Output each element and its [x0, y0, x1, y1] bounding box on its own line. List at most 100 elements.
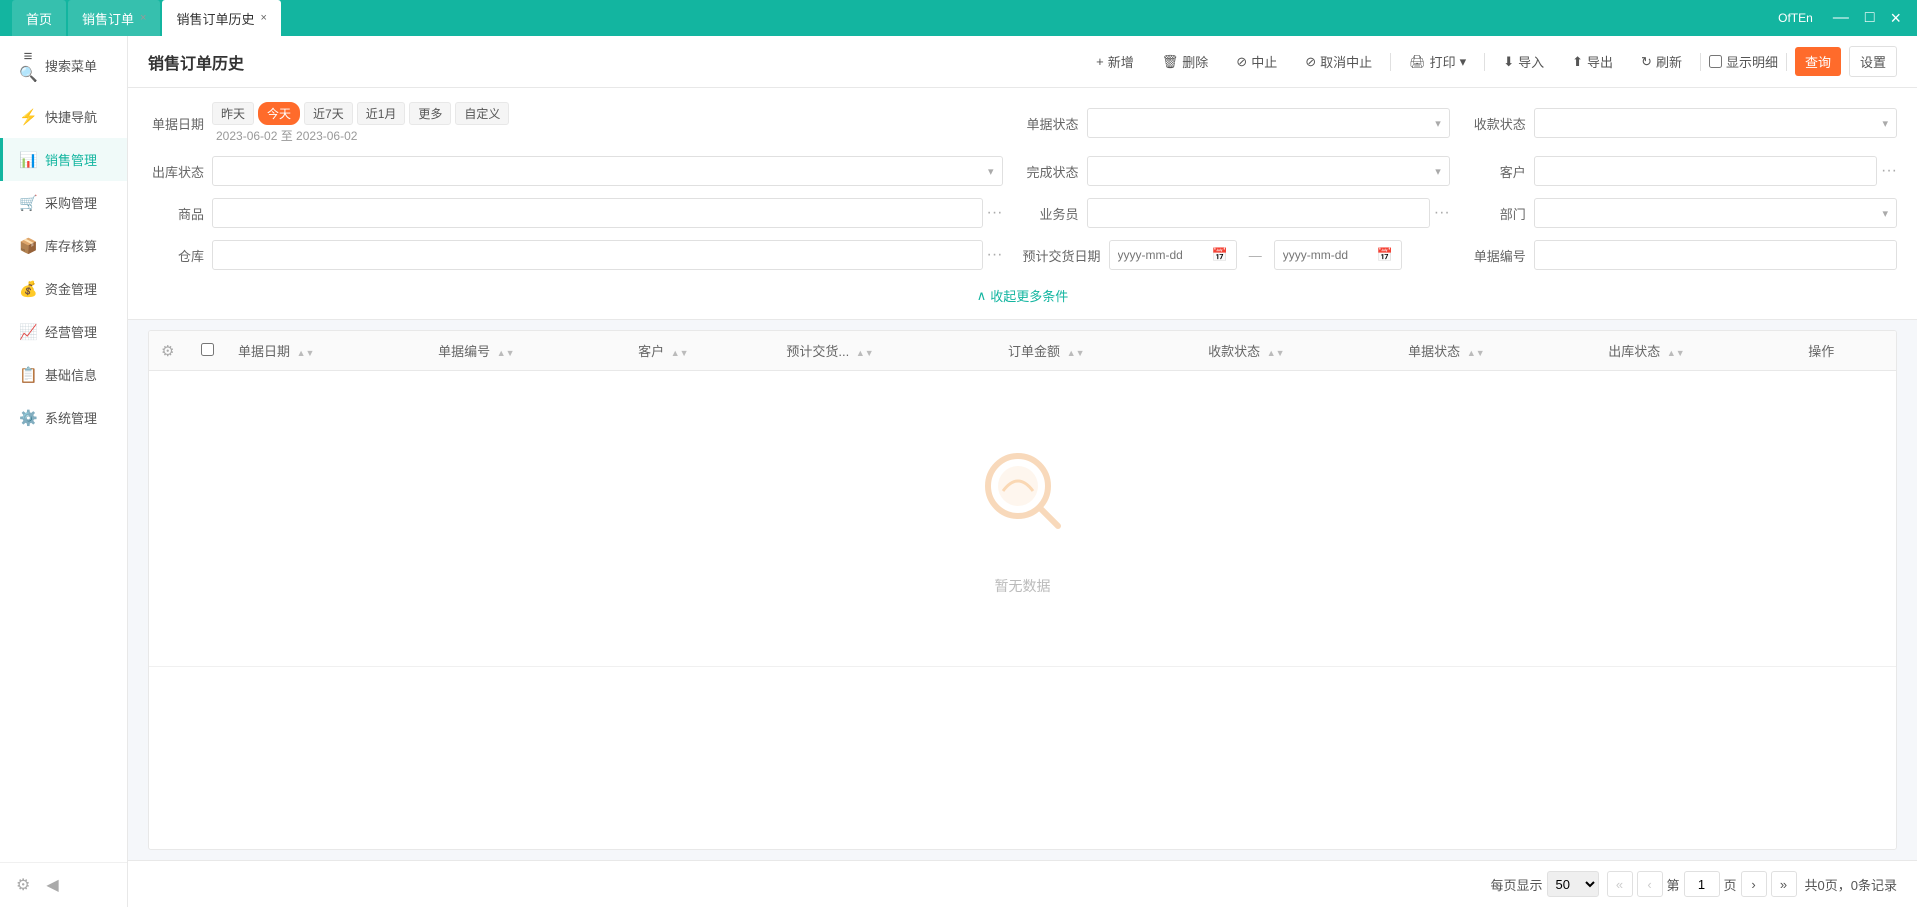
customer-input[interactable]: [1534, 156, 1877, 186]
outbound-sort-icon[interactable]: ▲▼: [1667, 349, 1685, 358]
tab-sales-order-history[interactable]: 销售订单历史 ×: [162, 0, 280, 36]
order-status-select[interactable]: ▾: [1087, 108, 1450, 138]
sidebar-item-operations-mgmt[interactable]: 📈 经营管理: [0, 310, 127, 353]
payment-status-select[interactable]: ▾: [1534, 108, 1897, 138]
settings-button[interactable]: 设置: [1849, 46, 1897, 77]
date-tag-yesterday[interactable]: 昨天: [212, 102, 254, 125]
prev-page-button[interactable]: ‹: [1637, 871, 1663, 897]
basic-info-icon: 📋: [19, 366, 37, 384]
completion-status-label: 完成状态: [1023, 162, 1079, 181]
table-body: 暂无数据: [149, 371, 1896, 667]
delivery-date-from[interactable]: 📅: [1109, 240, 1237, 270]
warehouse-input[interactable]: [212, 240, 983, 270]
page-size-dropdown[interactable]: 50 10 20 100: [1547, 871, 1599, 897]
sidebar: ≡🔍 搜索菜单 ⚡ 快捷导航 📊 销售管理 🛒 采购管理 📦 库存核算 💰 资金…: [0, 36, 128, 907]
tab-sales-order-close[interactable]: ×: [140, 12, 146, 24]
import-button[interactable]: ⬇ 导入: [1493, 47, 1554, 76]
tab-sales-order-label: 销售订单: [82, 9, 134, 28]
sidebar-item-finance-mgmt[interactable]: 💰 资金管理: [0, 267, 127, 310]
new-button[interactable]: + 新增: [1086, 47, 1144, 76]
date-tag-last7[interactable]: 近7天: [304, 102, 353, 125]
select-all-checkbox[interactable]: [201, 343, 214, 356]
date-tag-custom[interactable]: 自定义: [455, 102, 509, 125]
date-tag-today[interactable]: 今天: [258, 102, 300, 125]
customer-sort-icon[interactable]: ▲▼: [671, 349, 689, 358]
refresh-label: 刷新: [1656, 52, 1682, 71]
delivery-date-from-input[interactable]: [1118, 248, 1208, 262]
next-page-button[interactable]: ›: [1741, 871, 1767, 897]
order-no-sort-icon[interactable]: ▲▼: [497, 349, 515, 358]
maximize-button[interactable]: □: [1861, 7, 1879, 29]
order-status-label: 单据状态: [1023, 114, 1079, 133]
sidebar-item-quick-nav[interactable]: ⚡ 快捷导航: [0, 95, 127, 138]
tab-sales-order-history-close[interactable]: ×: [260, 12, 266, 24]
query-button[interactable]: 查询: [1795, 47, 1841, 76]
goods-dots[interactable]: ···: [987, 204, 1003, 222]
sidebar-item-search-menu[interactable]: ≡🔍 搜索菜单: [0, 36, 127, 95]
outbound-status-select[interactable]: ▾: [212, 156, 1003, 186]
last-page-button[interactable]: »: [1771, 871, 1797, 897]
export-button[interactable]: ⬆ 导出: [1562, 47, 1623, 76]
delivery-sort-icon[interactable]: ▲▼: [856, 349, 874, 358]
date-sort-icon[interactable]: ▲▼: [297, 349, 315, 358]
salesperson-dots[interactable]: ···: [1434, 204, 1450, 222]
filter-outbound-status: 出库状态 ▾: [148, 156, 1003, 186]
minimize-button[interactable]: —: [1829, 7, 1853, 29]
th-amount: 订单金额 ▲▼: [996, 331, 1196, 371]
th-delivery-date-label: 预计交货...: [786, 344, 849, 359]
cancel-stop-label: 取消中止: [1320, 52, 1372, 71]
sidebar-item-system-mgmt[interactable]: ⚙️ 系统管理: [0, 396, 127, 439]
amount-sort-icon[interactable]: ▲▼: [1067, 349, 1085, 358]
goods-input[interactable]: [212, 198, 983, 228]
salesperson-input[interactable]: [1087, 198, 1430, 228]
calendar-to-icon[interactable]: 📅: [1377, 247, 1393, 263]
tab-home[interactable]: 首页: [12, 0, 66, 36]
first-page-button[interactable]: «: [1607, 871, 1633, 897]
content-area: 销售订单历史 + 新增 🗑 删除 ⊘ 中止 ⊘ 取消中止: [128, 36, 1917, 907]
calendar-from-icon[interactable]: 📅: [1212, 247, 1228, 263]
display-toggle-checkbox[interactable]: [1709, 55, 1722, 68]
display-toggle[interactable]: 显示明细: [1709, 52, 1778, 71]
table-header-row: ⚙ 单据日期 ▲▼ 单据编号 ▲▼: [149, 331, 1896, 371]
customer-dots[interactable]: ···: [1881, 162, 1897, 180]
page-number-input[interactable]: [1684, 871, 1720, 897]
order-no-input[interactable]: [1534, 240, 1897, 270]
page-size-label: 每页显示: [1490, 875, 1542, 894]
department-select[interactable]: ▾: [1534, 198, 1897, 228]
date-tag-last1m[interactable]: 近1月: [357, 102, 406, 125]
th-payment-status-label: 收款状态: [1208, 344, 1260, 359]
tab-sales-order[interactable]: 销售订单 ×: [68, 0, 160, 36]
completion-status-select[interactable]: ▾: [1087, 156, 1450, 186]
main-layout: ≡🔍 搜索菜单 ⚡ 快捷导航 📊 销售管理 🛒 采购管理 📦 库存核算 💰 资金…: [0, 36, 1917, 907]
gear-button[interactable]: ⚙: [161, 342, 174, 360]
sidebar-item-inventory-check[interactable]: 📦 库存核算: [0, 224, 127, 267]
collapse-button[interactable]: ∧ 收起更多条件: [977, 286, 1069, 305]
new-icon: +: [1096, 54, 1104, 69]
separator-4: [1786, 53, 1787, 71]
delete-button[interactable]: 🗑 删除: [1152, 47, 1219, 76]
sidebar-item-basic-info[interactable]: 📋 基础信息: [0, 353, 127, 396]
sidebar-settings-icon[interactable]: ⚙: [16, 875, 30, 895]
sidebar-item-search-menu-label: 搜索菜单: [45, 56, 97, 75]
refresh-button[interactable]: ↻ 刷新: [1631, 47, 1692, 76]
cancel-stop-button[interactable]: ⊘ 取消中止: [1295, 47, 1382, 76]
close-button[interactable]: ×: [1886, 6, 1905, 31]
order-status-sort-icon[interactable]: ▲▼: [1467, 349, 1485, 358]
payment-sort-icon[interactable]: ▲▼: [1267, 349, 1285, 358]
sidebar-collapse-icon[interactable]: ◀: [46, 875, 58, 895]
date-tag-more[interactable]: 更多: [409, 102, 451, 125]
print-arrow: ▾: [1460, 54, 1467, 70]
tab-bar: 首页 销售订单 × 销售订单历史 ×: [12, 0, 281, 36]
delivery-date-to[interactable]: 📅: [1274, 240, 1402, 270]
stop-button[interactable]: ⊘ 中止: [1226, 47, 1287, 76]
filter-salesperson: 业务员 ···: [1023, 198, 1450, 228]
sidebar-item-sales-mgmt[interactable]: 📊 销售管理: [0, 138, 127, 181]
print-button[interactable]: 🖨 打印 ▾: [1399, 47, 1476, 76]
delivery-date-to-input[interactable]: [1283, 248, 1373, 262]
order-status-arrow: ▾: [1435, 117, 1441, 130]
sidebar-item-purchase-mgmt[interactable]: 🛒 采购管理: [0, 181, 127, 224]
warehouse-dots[interactable]: ···: [987, 246, 1003, 264]
sidebar-item-finance-mgmt-label: 资金管理: [45, 279, 97, 298]
print-label: 打印: [1430, 52, 1456, 71]
sidebar-bottom: ⚙ ◀: [0, 862, 127, 907]
